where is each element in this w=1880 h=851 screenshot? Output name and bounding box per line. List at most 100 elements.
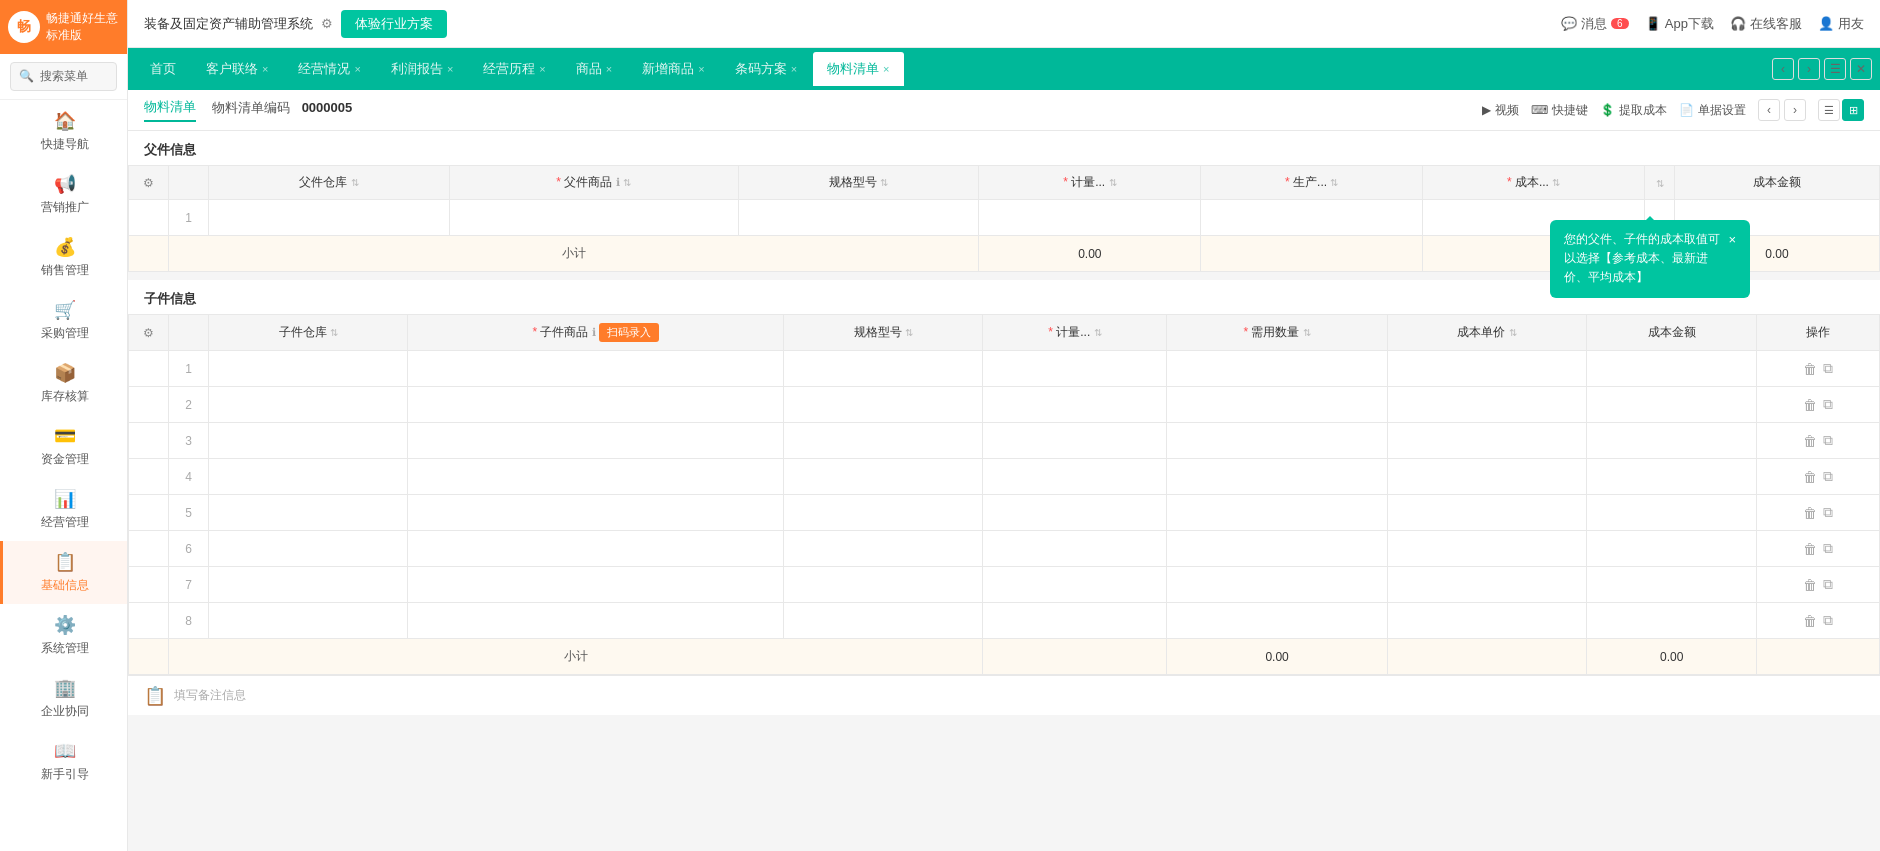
child-row1-warehouse[interactable] [209, 351, 408, 387]
child-row7-unit-price[interactable] [1387, 567, 1586, 603]
tab-prev-button[interactable]: ‹ [1772, 58, 1794, 80]
warehouse-sort-icon[interactable]: ⇅ [351, 177, 359, 188]
child-row7-goods[interactable] [408, 567, 784, 603]
sidebar-item-marketing[interactable]: 📢 营销推广 [0, 163, 127, 226]
tab-new-goods[interactable]: 新增商品 × [628, 52, 718, 86]
child-row7-delete-icon[interactable]: 🗑 [1803, 577, 1817, 593]
parent-row1-unit[interactable] [979, 200, 1201, 236]
child-row1-delete-icon[interactable]: 🗑 [1803, 361, 1817, 377]
child-row8-unit[interactable] [983, 603, 1167, 639]
form-view-button[interactable]: ⊞ [1842, 99, 1864, 121]
child-spec-sort-icon[interactable]: ⇅ [905, 327, 913, 338]
child-row5-goods[interactable] [408, 495, 784, 531]
cost-sort-icon[interactable]: ⇅ [1552, 177, 1560, 188]
child-row6-warehouse[interactable] [209, 531, 408, 567]
child-row6-unit[interactable] [983, 531, 1167, 567]
child-row4-unit[interactable] [983, 459, 1167, 495]
production-sort-icon[interactable]: ⇅ [1330, 177, 1338, 188]
scan-button[interactable]: 扫码录入 [599, 323, 659, 342]
sidebar-item-operation[interactable]: 📊 经营管理 [0, 478, 127, 541]
view-video-button[interactable]: ▶ 视频 [1482, 102, 1519, 119]
child-row8-warehouse[interactable] [209, 603, 408, 639]
child-row2-goods[interactable] [408, 387, 784, 423]
child-row4-goods[interactable] [408, 459, 784, 495]
tab-barcode-close[interactable]: × [791, 63, 797, 75]
trial-button[interactable]: 体验行业方案 [341, 10, 447, 38]
child-goods-info-icon[interactable]: ℹ [592, 326, 596, 338]
tab-goods[interactable]: 商品 × [562, 52, 626, 86]
child-row5-delete-icon[interactable]: 🗑 [1803, 505, 1817, 521]
tab-next-button[interactable]: › [1798, 58, 1820, 80]
child-row2-copy-icon[interactable]: ⧉ [1823, 396, 1833, 413]
gear-icon[interactable]: ⚙ [143, 176, 154, 190]
child-warehouse-sort-icon[interactable]: ⇅ [330, 327, 338, 338]
child-row3-warehouse[interactable] [209, 423, 408, 459]
child-row1-qty[interactable] [1167, 351, 1387, 387]
child-row2-unit[interactable] [983, 387, 1167, 423]
child-row4-warehouse[interactable] [209, 459, 408, 495]
user-menu-button[interactable]: 👤 用友 [1818, 15, 1864, 33]
goods-info-icon[interactable]: ℹ [616, 176, 620, 188]
page-tab-bom-list[interactable]: 物料清单 [144, 98, 196, 122]
child-row2-warehouse[interactable] [209, 387, 408, 423]
list-view-button[interactable]: ☰ [1818, 99, 1840, 121]
child-row7-copy-icon[interactable]: ⧉ [1823, 576, 1833, 593]
parent-row1-spec[interactable] [738, 200, 979, 236]
sidebar-item-inventory[interactable]: 📦 库存核算 [0, 352, 127, 415]
child-unit-sort-icon[interactable]: ⇅ [1094, 327, 1102, 338]
sidebar-item-system[interactable]: ⚙️ 系统管理 [0, 604, 127, 667]
shortcut-button[interactable]: ⌨ 快捷键 [1531, 102, 1588, 119]
tab-operation-status-close[interactable]: × [354, 63, 360, 75]
sidebar-item-purchase[interactable]: 🛒 采购管理 [0, 289, 127, 352]
parent-row1-warehouse[interactable] [209, 200, 450, 236]
child-row5-qty[interactable] [1167, 495, 1387, 531]
child-row6-goods[interactable] [408, 531, 784, 567]
child-row8-copy-icon[interactable]: ⧉ [1823, 612, 1833, 629]
child-row1-goods[interactable] [408, 351, 784, 387]
page-tab-bom-code[interactable]: 物料清单编码 0000005 [212, 99, 352, 121]
child-row2-delete-icon[interactable]: 🗑 [1803, 397, 1817, 413]
tab-bom-close[interactable]: × [883, 63, 889, 75]
child-row6-spec[interactable] [783, 531, 982, 567]
tab-barcode[interactable]: 条码方案 × [721, 52, 811, 86]
child-row5-unit-price[interactable] [1387, 495, 1586, 531]
extract-cost-button[interactable]: 💲 提取成本 [1600, 102, 1667, 119]
search-menu-button[interactable]: 🔍 搜索菜单 [10, 62, 117, 91]
child-row8-goods[interactable] [408, 603, 784, 639]
settings-icon[interactable]: ⚙ [321, 16, 333, 31]
child-row4-copy-icon[interactable]: ⧉ [1823, 468, 1833, 485]
tab-new-goods-close[interactable]: × [698, 63, 704, 75]
child-row4-delete-icon[interactable]: 🗑 [1803, 469, 1817, 485]
tab-operation-status[interactable]: 经营情况 × [284, 52, 374, 86]
child-row3-goods[interactable] [408, 423, 784, 459]
child-row5-unit[interactable] [983, 495, 1167, 531]
child-row1-unit[interactable] [983, 351, 1167, 387]
parent-col-settings[interactable]: ⚙ [129, 166, 169, 200]
tooltip-close-button[interactable]: × [1728, 230, 1736, 251]
child-row2-qty[interactable] [1167, 387, 1387, 423]
tab-menu-button[interactable]: ☰ [1824, 58, 1846, 80]
tab-home[interactable]: 首页 [136, 52, 190, 86]
child-row4-qty[interactable] [1167, 459, 1387, 495]
page-next-button[interactable]: › [1784, 99, 1806, 121]
app-download-button[interactable]: 📱 App下载 [1645, 15, 1714, 33]
single-setting-button[interactable]: 📄 单据设置 [1679, 102, 1746, 119]
child-row8-delete-icon[interactable]: 🗑 [1803, 613, 1817, 629]
child-row3-qty[interactable] [1167, 423, 1387, 459]
child-row6-qty[interactable] [1167, 531, 1387, 567]
child-row6-copy-icon[interactable]: ⧉ [1823, 540, 1833, 557]
child-col-settings[interactable]: ⚙ [129, 315, 169, 351]
child-row7-warehouse[interactable] [209, 567, 408, 603]
child-unit-price-sort-icon[interactable]: ⇅ [1509, 327, 1517, 338]
tab-goods-close[interactable]: × [606, 63, 612, 75]
child-row3-spec[interactable] [783, 423, 982, 459]
tab-customer[interactable]: 客户联络 × [192, 52, 282, 86]
sidebar-item-guide[interactable]: 📖 新手引导 [0, 730, 127, 793]
child-row7-qty[interactable] [1167, 567, 1387, 603]
child-row5-copy-icon[interactable]: ⧉ [1823, 504, 1833, 521]
tab-history[interactable]: 经营历程 × [469, 52, 559, 86]
sidebar-item-basic[interactable]: 📋 基础信息 [0, 541, 127, 604]
unit-sort-icon[interactable]: ⇅ [1109, 177, 1117, 188]
close-all-button[interactable]: ✕ [1850, 58, 1872, 80]
child-row2-unit-price[interactable] [1387, 387, 1586, 423]
